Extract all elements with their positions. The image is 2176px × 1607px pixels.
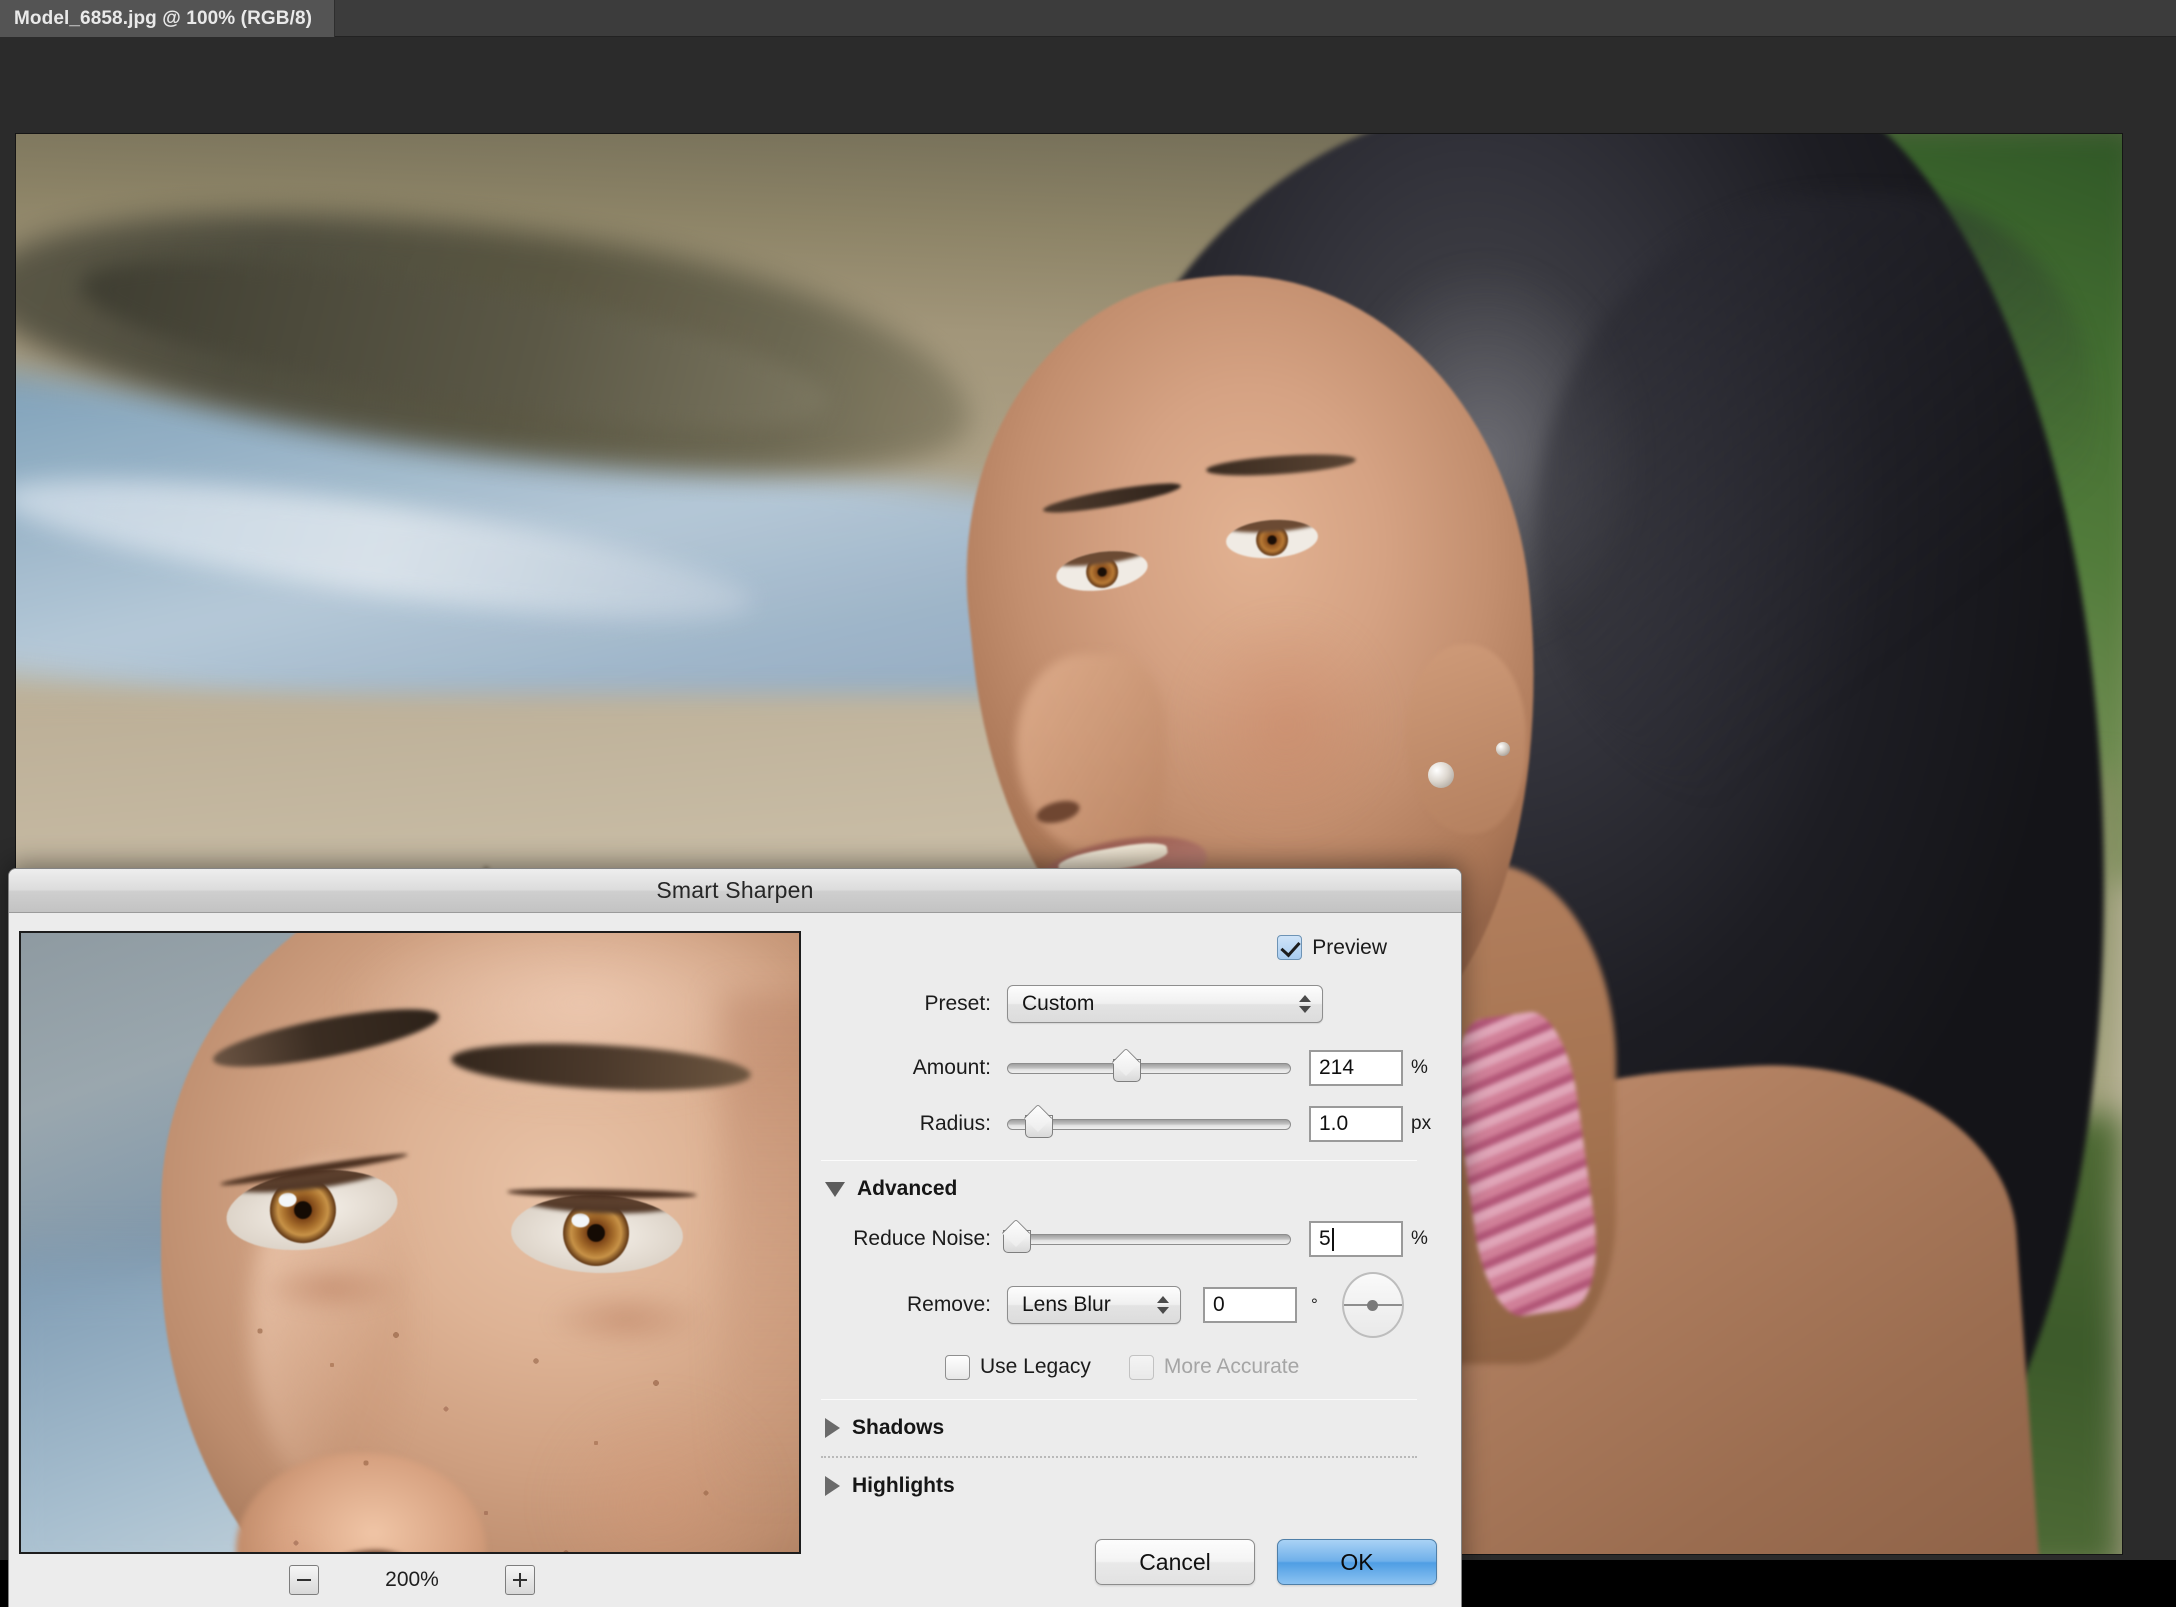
remove-label: Remove: (811, 1293, 1007, 1317)
cancel-button-label: Cancel (1139, 1549, 1211, 1576)
amount-value: 214 (1319, 1056, 1354, 1080)
angle-unit: ° (1311, 1295, 1318, 1315)
reduce-noise-value: 5 (1319, 1227, 1331, 1251)
stepper-arrows-icon (1157, 1296, 1169, 1314)
ok-button-label: OK (1340, 1549, 1373, 1576)
stepper-arrows-icon (1299, 995, 1311, 1013)
document-tab-title: Model_6858.jpg @ 100% (RGB/8) (14, 8, 312, 30)
preview-pane: 200% (9, 913, 811, 1607)
radius-value: 1.0 (1319, 1112, 1348, 1136)
dialog-body: 200% Preview Preset: Custom (9, 913, 1461, 1607)
preview-image[interactable] (19, 931, 801, 1554)
angle-input[interactable]: 0 (1203, 1287, 1297, 1323)
zoom-out-button[interactable] (289, 1565, 319, 1595)
separator-shadows (821, 1399, 1417, 1400)
angle-dial-hub (1367, 1300, 1378, 1311)
zoom-in-button[interactable] (505, 1565, 535, 1595)
amount-slider-handle[interactable] (1113, 1054, 1139, 1080)
photoshop-window: Model_6858.jpg @ 100% (RGB/8) (0, 0, 2176, 1607)
radius-row: Radius: 1.0 px (811, 1096, 1439, 1152)
preview-zoom-controls: 200% (21, 1565, 803, 1595)
cancel-button[interactable]: Cancel (1095, 1539, 1255, 1585)
separator-highlights (821, 1456, 1417, 1458)
reduce-noise-input[interactable]: 5 (1309, 1221, 1403, 1257)
highlights-label: Highlights (852, 1474, 955, 1498)
reduce-noise-slider[interactable] (1007, 1222, 1291, 1256)
triangle-right-icon (825, 1418, 840, 1438)
zoom-level-label: 200% (367, 1568, 457, 1592)
preview-checkbox[interactable] (1277, 935, 1302, 960)
separator-advanced (821, 1160, 1417, 1161)
photo-ear (1406, 644, 1526, 834)
advanced-label: Advanced (857, 1177, 957, 1201)
photo-cheek (1136, 564, 1436, 884)
reduce-noise-label: Reduce Noise: (811, 1227, 1007, 1251)
radius-input[interactable]: 1.0 (1309, 1106, 1403, 1142)
preview-eye-highlight-left (278, 1192, 298, 1208)
reduce-noise-row: Reduce Noise: 5 % (811, 1211, 1439, 1267)
amount-unit: % (1411, 1057, 1439, 1079)
radius-slider-handle[interactable] (1025, 1110, 1051, 1136)
preview-checkbox-row: Preview (811, 913, 1439, 960)
triangle-down-icon (825, 1182, 845, 1197)
amount-slider[interactable] (1007, 1051, 1291, 1085)
preset-value: Custom (1022, 992, 1094, 1016)
advanced-section: Reduce Noise: 5 % Remove: (811, 1209, 1439, 1391)
photo-earring-stud (1496, 742, 1510, 756)
use-legacy-checkbox[interactable] (945, 1355, 970, 1380)
preset-row: Preset: Custom (811, 976, 1439, 1032)
legacy-accurate-row: Use Legacy More Accurate (811, 1343, 1439, 1391)
angle-value: 0 (1213, 1293, 1225, 1317)
reduce-noise-slider-track (1007, 1234, 1291, 1245)
more-accurate-label: More Accurate (1164, 1355, 1299, 1379)
amount-slider-track (1007, 1063, 1291, 1074)
angle-dial[interactable] (1342, 1272, 1404, 1338)
document-tab[interactable]: Model_6858.jpg @ 100% (RGB/8) (0, 0, 335, 37)
controls-pane: Preview Preset: Custom Amount: (811, 913, 1463, 1607)
text-caret (1332, 1228, 1334, 1251)
preset-label: Preset: (811, 992, 1007, 1016)
dialog-titlebar[interactable]: Smart Sharpen (9, 869, 1461, 913)
shadows-disclosure[interactable]: Shadows (811, 1408, 1439, 1448)
remove-select[interactable]: Lens Blur (1007, 1286, 1181, 1324)
use-legacy-label: Use Legacy (980, 1355, 1091, 1379)
preview-eye-highlight-right (571, 1213, 589, 1228)
photo-earring-pearl (1428, 762, 1454, 788)
remove-value: Lens Blur (1022, 1293, 1111, 1317)
triangle-right-icon (825, 1476, 840, 1496)
amount-input[interactable]: 214 (1309, 1050, 1403, 1086)
highlights-disclosure[interactable]: Highlights (811, 1466, 1439, 1506)
remove-row: Remove: Lens Blur 0 ° (811, 1267, 1439, 1343)
ok-button[interactable]: OK (1277, 1539, 1437, 1585)
preset-select[interactable]: Custom (1007, 985, 1323, 1023)
reduce-noise-unit: % (1411, 1228, 1439, 1250)
dialog-button-row: Cancel OK (1095, 1539, 1437, 1585)
more-accurate-checkbox (1129, 1355, 1154, 1380)
reduce-noise-slider-handle[interactable] (1003, 1225, 1029, 1251)
radius-unit: px (1411, 1113, 1439, 1135)
radius-label: Radius: (811, 1112, 1007, 1136)
dialog-title: Smart Sharpen (656, 877, 813, 904)
amount-row: Amount: 214 % (811, 1040, 1439, 1096)
amount-label: Amount: (811, 1056, 1007, 1080)
preview-checkbox-label: Preview (1312, 936, 1387, 960)
advanced-disclosure[interactable]: Advanced (811, 1169, 1439, 1209)
radius-slider[interactable] (1007, 1107, 1291, 1141)
shadows-label: Shadows (852, 1416, 944, 1440)
smart-sharpen-dialog: Smart Sharpen (8, 868, 1462, 1607)
preview-freckles (236, 1313, 756, 1554)
document-tab-bar: Model_6858.jpg @ 100% (RGB/8) (0, 0, 2176, 37)
